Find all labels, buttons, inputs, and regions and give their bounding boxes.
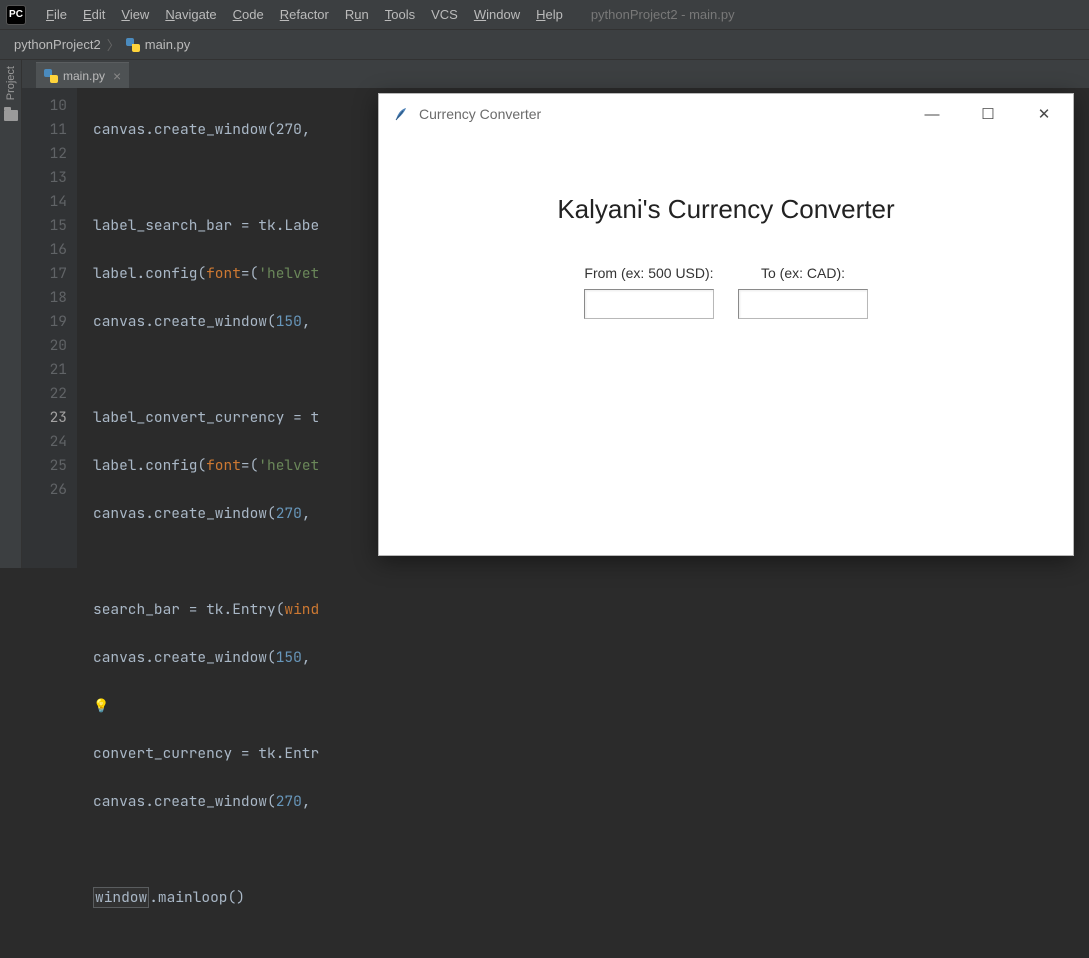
menu-window[interactable]: Window (466, 7, 528, 22)
to-label: To (ex: CAD): (738, 265, 868, 281)
menu-refactor[interactable]: Refactor (272, 7, 337, 22)
tab-main-py[interactable]: main.py × (36, 62, 129, 88)
crumb-project[interactable]: pythonProject2 (14, 37, 101, 52)
menu-code[interactable]: Code (225, 7, 272, 22)
from-input[interactable] (584, 289, 714, 319)
tk-body: Kalyani's Currency Converter From (ex: 5… (379, 134, 1073, 319)
tab-label: main.py (63, 69, 105, 83)
breadcrumb: pythonProject2 〉 main.py (0, 30, 1089, 60)
editor-tab-bar: main.py × (0, 60, 1089, 88)
app-logo: PC (6, 5, 26, 25)
menu-file[interactable]: File (38, 7, 75, 22)
to-input[interactable] (738, 289, 868, 319)
line-gutter: 1011121314151617181920212223242526 (22, 88, 77, 568)
tkinter-window[interactable]: Currency Converter — ☐ ✕ Kalyani's Curre… (378, 93, 1074, 556)
app-heading: Kalyani's Currency Converter (419, 194, 1033, 225)
tk-titlebar[interactable]: Currency Converter — ☐ ✕ (379, 94, 1073, 134)
window-title: pythonProject2 - main.py (591, 7, 735, 22)
close-icon[interactable]: × (113, 68, 121, 84)
crumb-separator: 〉 (107, 35, 120, 54)
tk-feather-icon (393, 106, 409, 122)
folder-icon[interactable] (4, 110, 18, 121)
menu-bar: PC File Edit View Navigate Code Refactor… (0, 0, 1089, 30)
close-icon[interactable]: ✕ (1029, 105, 1059, 123)
menu-run[interactable]: Run (337, 7, 377, 22)
intention-bulb-icon[interactable]: 💡 (93, 694, 109, 718)
project-tool-button[interactable]: Project (5, 66, 17, 100)
crumb-file[interactable]: main.py (145, 37, 191, 52)
tk-window-title: Currency Converter (419, 106, 541, 122)
python-file-icon (44, 69, 58, 83)
tool-window-strip: Project (0, 60, 22, 568)
python-file-icon (126, 38, 140, 52)
maximize-icon[interactable]: ☐ (973, 105, 1003, 123)
menu-help[interactable]: Help (528, 7, 571, 22)
menu-view[interactable]: View (113, 7, 157, 22)
menu-vcs[interactable]: VCS (423, 7, 466, 22)
from-label: From (ex: 500 USD): (584, 265, 714, 281)
minimize-icon[interactable]: — (917, 106, 947, 123)
menu-edit[interactable]: Edit (75, 7, 113, 22)
menu-navigate[interactable]: Navigate (157, 7, 224, 22)
code-content[interactable]: canvas.create_window(270, label_search_b… (77, 88, 319, 568)
menu-tools[interactable]: Tools (377, 7, 423, 22)
